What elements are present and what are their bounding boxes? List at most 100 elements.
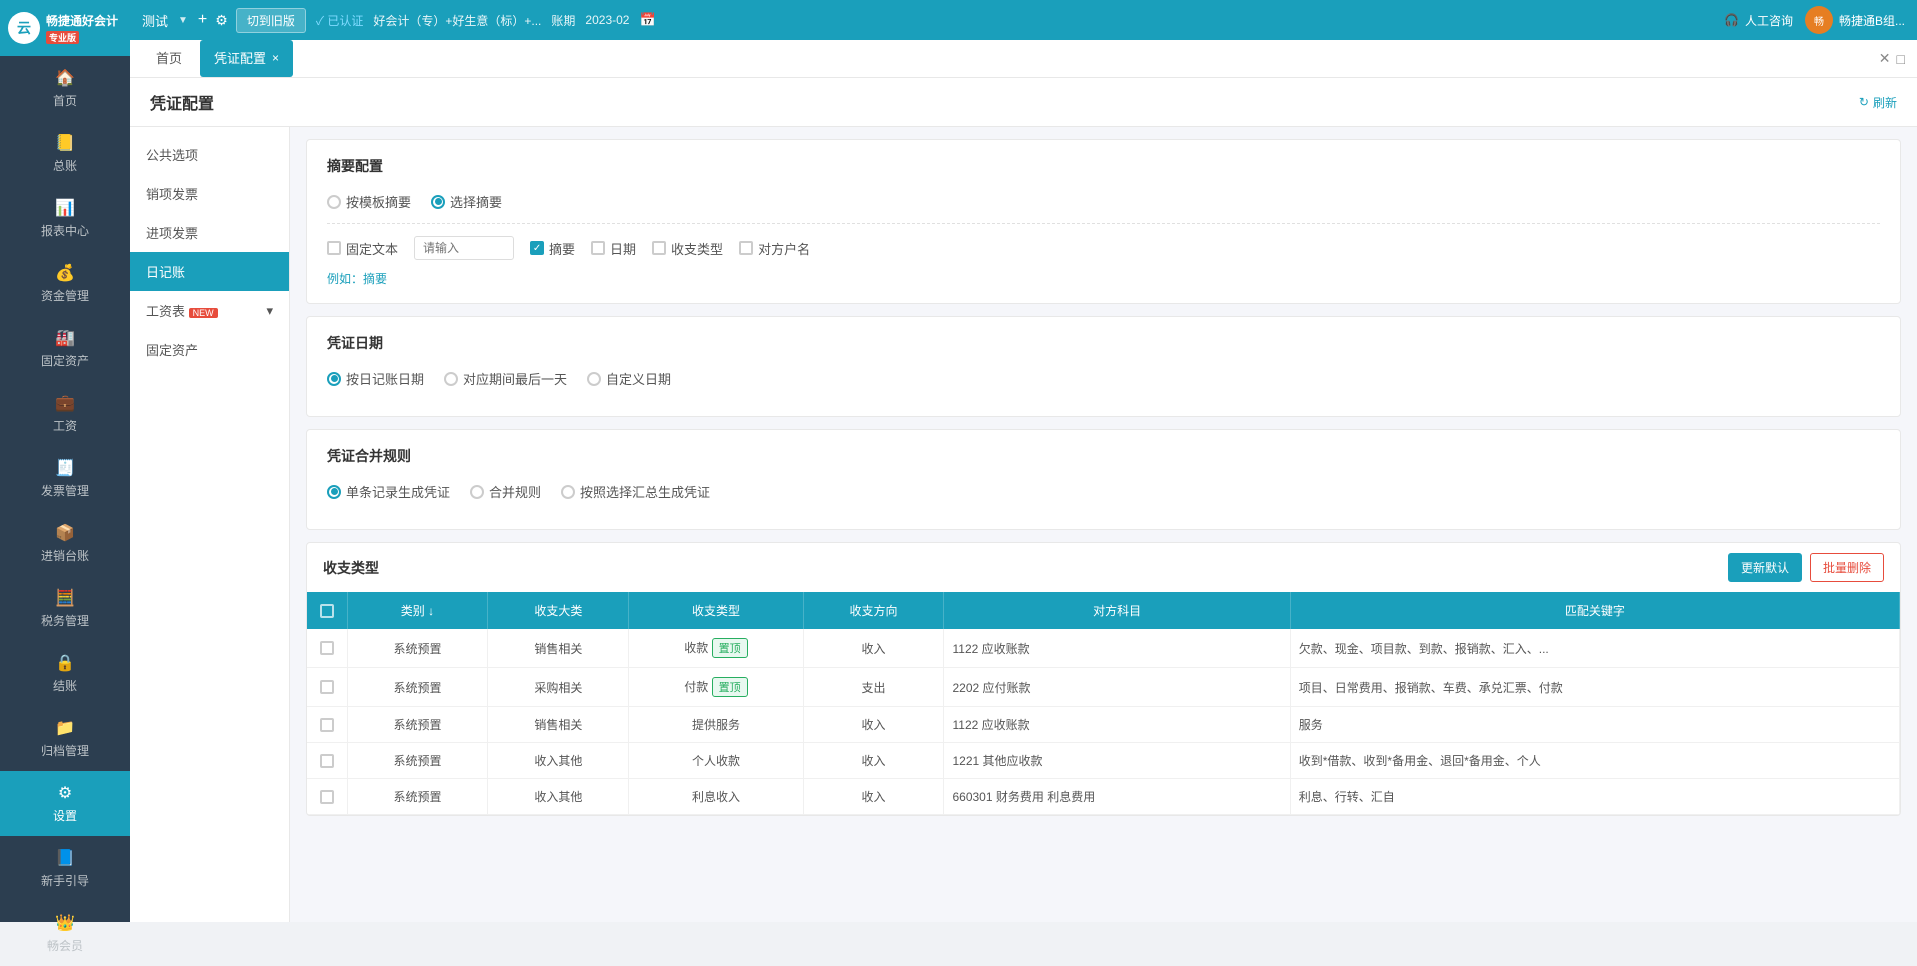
refresh-button[interactable]: ↻ 刷新: [1859, 94, 1897, 111]
period-last-radio[interactable]: 对应期间最后一天: [444, 369, 567, 388]
summary-gen-radio[interactable]: 按照选择汇总生成凭证: [561, 482, 710, 501]
sidebar-item-fixed-assets[interactable]: 🏭 固定资产: [0, 316, 130, 381]
row-checkbox[interactable]: [320, 680, 334, 694]
row-major-type: 采购相关: [488, 668, 629, 707]
user-menu[interactable]: 畅 畅捷通B组...: [1805, 6, 1905, 34]
tab-close-icon[interactable]: ×: [272, 51, 279, 65]
table-row: 系统预置 收入其他 个人收款 收入 1221 其他应收款 收到*借款、收到*备用…: [307, 743, 1900, 779]
sidebar-item-guide[interactable]: 📘 新手引导: [0, 836, 130, 901]
row-checkbox-cell[interactable]: [307, 743, 347, 779]
sidebar-item-funds[interactable]: 💰 资金管理: [0, 251, 130, 316]
window-close-icon[interactable]: ✕: [1879, 50, 1891, 67]
income-expense-section: 收支类型 更新默认 批量删除 类别 ↓: [306, 542, 1901, 816]
row-checkbox-cell[interactable]: [307, 629, 347, 668]
sidebar-item-ledger[interactable]: 📒 总账: [0, 121, 130, 186]
sidebar-item-close[interactable]: 🔒 结账: [0, 641, 130, 706]
row-type: 提供服务: [629, 707, 803, 743]
tax-icon: 🧮: [55, 588, 75, 608]
left-nav-public[interactable]: 公共选项: [130, 135, 289, 174]
sidebar-item-settings[interactable]: ⚙ 设置: [0, 771, 130, 836]
col-direction: 收支方向: [803, 592, 944, 629]
journal-date-radio-circle: [327, 372, 341, 386]
voucher-date-section: 凭证日期 按日记账日期 对应期间最后一天 自定义日期: [306, 316, 1901, 417]
row-checkbox-cell[interactable]: [307, 779, 347, 815]
row-checkbox-cell[interactable]: [307, 707, 347, 743]
select-radio-circle: [431, 195, 445, 209]
col-checkbox[interactable]: [307, 592, 347, 629]
right-content: 摘要配置 按模板摘要 选择摘要: [290, 127, 1917, 922]
row-type: 利息收入: [629, 779, 803, 815]
company-name: 测试: [142, 11, 168, 30]
summary-checkbox-row: 固定文本 ✓ 摘要 日期 收支类型: [327, 236, 1880, 260]
batch-delete-button[interactable]: 批量删除: [1810, 553, 1884, 582]
switch-version-button[interactable]: 切到旧版: [236, 8, 306, 33]
row-account: 1221 其他应收款: [944, 743, 1290, 779]
sidebar-item-purchase[interactable]: 📦 进销台账: [0, 511, 130, 576]
counterpart-checkbox[interactable]: 对方户名: [739, 239, 810, 258]
custom-date-radio[interactable]: 自定义日期: [587, 369, 671, 388]
sidebar-item-label: 进销台账: [41, 547, 89, 564]
row-checkbox-cell[interactable]: [307, 668, 347, 707]
sidebar-item-label: 设置: [53, 807, 77, 824]
sidebar-item-home[interactable]: 🏠 首页: [0, 56, 130, 121]
row-checkbox[interactable]: [320, 641, 334, 655]
left-nav-payroll[interactable]: 工资表 NEW ▾: [130, 291, 289, 330]
avatar: 畅: [1805, 6, 1833, 34]
window-maximize-icon[interactable]: □: [1897, 51, 1905, 67]
tab-home[interactable]: 首页: [142, 40, 196, 77]
row-keywords: 利息、行转、汇自: [1290, 779, 1899, 815]
row-type: 收款 置顶: [629, 629, 803, 668]
company-dropdown-icon[interactable]: ▼: [178, 15, 188, 26]
fixed-text-input[interactable]: [414, 236, 514, 260]
journal-date-radio[interactable]: 按日记账日期: [327, 369, 424, 388]
topbar: 测试 ▼ + ⚙ 切到旧版 ✓ 已认证 好会计（专）+好生意（标）+... 账期…: [130, 0, 1917, 40]
tabbar: 首页 凭证配置 × ✕ □: [130, 40, 1917, 78]
page-body: 公共选项 销项发票 进项发票 日记账 工资表 NEW ▾ 固定资产: [130, 127, 1917, 922]
row-checkbox[interactable]: [320, 790, 334, 804]
left-nav-purchase-invoice[interactable]: 进项发票: [130, 213, 289, 252]
left-nav-sales-invoice[interactable]: 销项发票: [130, 174, 289, 213]
single-record-radio[interactable]: 单条记录生成凭证: [327, 482, 450, 501]
left-nav-journal[interactable]: 日记账: [130, 252, 289, 291]
row-keywords: 项目、日常费用、报销款、车费、承兑汇票、付款: [1290, 668, 1899, 707]
update-default-button[interactable]: 更新默认: [1728, 553, 1802, 582]
gear-icon[interactable]: ⚙: [215, 12, 228, 29]
row-direction: 收入: [803, 779, 944, 815]
merge-rule-radio[interactable]: 合并规则: [470, 482, 541, 501]
sidebar-item-archive[interactable]: 📁 归档管理: [0, 706, 130, 771]
consult-button[interactable]: 🎧 人工咨询: [1724, 12, 1793, 29]
summary-checkbox[interactable]: ✓ 摘要: [530, 239, 575, 258]
date-checkbox[interactable]: 日期: [591, 239, 636, 258]
summary-config-section: 摘要配置 按模板摘要 选择摘要: [306, 139, 1901, 304]
select-all-checkbox[interactable]: [320, 604, 334, 618]
headset-icon: 🎧: [1724, 13, 1739, 27]
row-direction: 收入: [803, 707, 944, 743]
add-icon[interactable]: +: [198, 11, 207, 29]
row-checkbox[interactable]: [320, 718, 334, 732]
row-checkbox[interactable]: [320, 754, 334, 768]
template-summary-radio[interactable]: 按模板摘要: [327, 192, 411, 211]
summary-section-title: 摘要配置: [327, 156, 1880, 176]
col-major-type: 收支大类: [488, 592, 629, 629]
table-row: 系统预置 销售相关 收款 置顶 收入 1122 应收账款 欠款、现金、项目款、到…: [307, 629, 1900, 668]
app-logo: 云 畅捷通好会计 专业版: [0, 0, 130, 56]
sidebar-item-tax[interactable]: 🧮 税务管理: [0, 576, 130, 641]
merge-rules-section: 凭证合并规则 单条记录生成凭证 合并规则 按照选择汇总生成凭证: [306, 429, 1901, 530]
payment-type-checkbox[interactable]: 收支类型: [652, 239, 723, 258]
left-nav-fixed-asset[interactable]: 固定资产: [130, 330, 289, 369]
tab-voucher-config[interactable]: 凭证配置 ×: [200, 40, 293, 77]
sidebar-item-invoice[interactable]: 🧾 发票管理: [0, 446, 130, 511]
sidebar-item-label: 总账: [53, 157, 77, 174]
payroll-icon: 💼: [55, 393, 75, 413]
sidebar-item-payroll[interactable]: 💼 工资: [0, 381, 130, 446]
income-expense-table: 类别 ↓ 收支大类 收支类型 收支方向 对方科目 匹配关键字 系统预置: [307, 592, 1900, 815]
calendar-icon[interactable]: 📅: [639, 12, 655, 28]
table-header: 类别 ↓ 收支大类 收支类型 收支方向 对方科目 匹配关键字: [307, 592, 1900, 629]
sidebar-item-member[interactable]: 👑 畅会员: [0, 901, 130, 966]
sidebar-item-reports[interactable]: 📊 报表中心: [0, 186, 130, 251]
table-header-row: 收支类型 更新默认 批量删除: [307, 543, 1900, 592]
home-icon: 🏠: [55, 68, 75, 88]
select-summary-radio[interactable]: 选择摘要: [431, 192, 502, 211]
main-area: 测试 ▼ + ⚙ 切到旧版 ✓ 已认证 好会计（专）+好生意（标）+... 账期…: [130, 0, 1917, 922]
fixed-text-checkbox[interactable]: 固定文本: [327, 239, 398, 258]
